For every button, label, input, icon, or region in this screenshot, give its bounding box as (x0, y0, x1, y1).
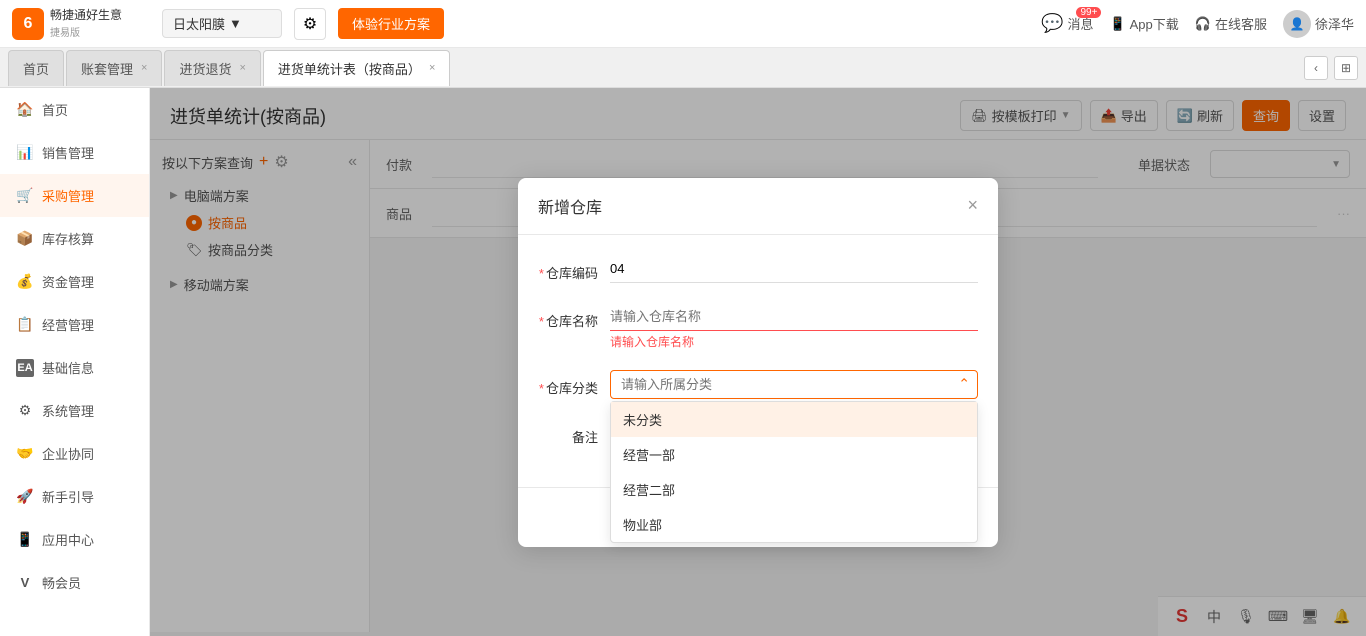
sidebar-item-newbie[interactable]: 🚀 新手引导 (0, 475, 149, 518)
tab-close-return[interactable]: × (239, 62, 245, 74)
app-sub-name: 捷易版 (50, 24, 122, 39)
headset-icon: 🎧 (1195, 16, 1211, 32)
purchase-icon: 🛒 (16, 187, 34, 205)
modal-header: 新增仓库 × (518, 178, 998, 235)
system-icon: ⚙ (16, 402, 34, 420)
warehouse-code-row: 仓库编码 (538, 255, 978, 283)
app-logo: 6 (12, 8, 44, 40)
phone-icon: 📱 (1109, 16, 1125, 32)
basic-info-icon: EA (16, 359, 34, 377)
sidebar-item-finance[interactable]: 💰 资金管理 (0, 260, 149, 303)
content-area: 进货单统计(按商品) 🖨 按模板打印 ▼ 📤 导出 🔄 刷新 查询 设置 (150, 88, 1366, 636)
top-bar: 6 畅捷通好生意 捷易版 日太阳膜 ▼ ⚙ 体验行业方案 💬 消息 99+ 📱 … (0, 0, 1366, 48)
warehouse-name-input[interactable] (610, 303, 978, 331)
modal-new-warehouse: 新增仓库 × 仓库编码 仓库名称 (518, 178, 998, 547)
warehouse-category-input[interactable] (610, 370, 978, 399)
dropdown-item-dept3[interactable]: 物业部 (611, 507, 977, 542)
tab-controls: ‹ ⊞ (1304, 56, 1358, 80)
warehouse-name-field: 请输入仓库名称 (610, 303, 978, 350)
logo-area: 6 畅捷通好生意 捷易版 (12, 8, 162, 40)
top-right: 💬 消息 99+ 📱 App下载 🎧 在线客服 👤 徐泽华 (1041, 10, 1354, 38)
tab-close-stats[interactable]: × (429, 62, 435, 74)
tab-close-account[interactable]: × (141, 62, 147, 74)
warehouse-name-label: 仓库名称 (538, 303, 598, 330)
online-service-link[interactable]: 🎧 在线客服 (1195, 14, 1267, 33)
tab-purchase-stats[interactable]: 进货单统计表（按商品） × (263, 50, 450, 86)
sales-icon: 📊 (16, 144, 34, 162)
warehouse-category-row: 仓库分类 ⌃ 未分类 经营一部 经营二部 物业部 (538, 370, 978, 399)
category-dropdown-arrow-icon: ⌃ (958, 376, 970, 393)
modal-title: 新增仓库 (538, 194, 602, 218)
notes-label: 备注 (538, 419, 598, 446)
app-download-link[interactable]: 📱 App下载 (1109, 14, 1178, 33)
enterprise-icon: 🤝 (16, 445, 34, 463)
app-name: 畅捷通好生意 (50, 8, 122, 24)
store-selector[interactable]: 日太阳膜 ▼ (162, 9, 282, 38)
modal-close-button[interactable]: × (967, 195, 978, 216)
dropdown-item-dept1[interactable]: 经营一部 (611, 437, 977, 472)
sidebar-item-management[interactable]: 📋 经营管理 (0, 303, 149, 346)
tab-account[interactable]: 账套管理 × (66, 50, 162, 86)
main-layout: 🏠 首页 📊 销售管理 🛒 采购管理 📦 库存核算 💰 资金管理 📋 经营管理 … (0, 88, 1366, 636)
newbie-icon: 🚀 (16, 488, 34, 506)
sidebar-item-member[interactable]: V 畅会员 (0, 561, 149, 604)
category-dropdown: 未分类 经营一部 经营二部 物业部 (610, 401, 978, 543)
sidebar-item-purchase[interactable]: 🛒 采购管理 (0, 174, 149, 217)
warehouse-name-row: 仓库名称 请输入仓库名称 (538, 303, 978, 350)
warehouse-name-error: 请输入仓库名称 (610, 333, 978, 350)
avatar: 👤 (1283, 10, 1311, 38)
warehouse-code-input[interactable] (610, 255, 978, 283)
tab-next-btn[interactable]: ⊞ (1334, 56, 1358, 80)
trial-button[interactable]: 体验行业方案 (338, 8, 444, 39)
selector-chevron-icon: ▼ (229, 16, 242, 31)
sidebar-item-apps[interactable]: 📱 应用中心 (0, 518, 149, 561)
modal-body: 仓库编码 仓库名称 请输入仓库名称 (518, 235, 998, 487)
dropdown-item-dept2[interactable]: 经营二部 (611, 472, 977, 507)
warehouse-code-label: 仓库编码 (538, 255, 598, 282)
dropdown-item-uncategorized[interactable]: 未分类 (611, 402, 977, 437)
sidebar-item-home[interactable]: 🏠 首页 (0, 88, 149, 131)
member-icon: V (16, 574, 34, 592)
sidebar-item-basic-info[interactable]: EA 基础信息 (0, 346, 149, 389)
apps-icon: 📱 (16, 531, 34, 549)
modal-overlay: 新增仓库 × 仓库编码 仓库名称 (150, 88, 1366, 636)
tab-home[interactable]: 首页 (8, 50, 64, 86)
top-actions: ⚙ 体验行业方案 (294, 8, 444, 40)
warehouse-category-label: 仓库分类 (538, 370, 598, 397)
warehouse-category-wrapper: ⌃ 未分类 经营一部 经营二部 物业部 (610, 370, 978, 399)
tab-bar: 首页 账套管理 × 进货退货 × 进货单统计表（按商品） × ‹ ⊞ (0, 48, 1366, 88)
notification-badge: 99+ (1076, 7, 1101, 18)
tab-purchase-return[interactable]: 进货退货 × (164, 50, 260, 86)
notification-area[interactable]: 💬 消息 99+ (1041, 13, 1093, 34)
sidebar-item-enterprise[interactable]: 🤝 企业协同 (0, 432, 149, 475)
home-icon: 🏠 (16, 101, 34, 119)
sidebar-item-system[interactable]: ⚙ 系统管理 (0, 389, 149, 432)
settings-icon[interactable]: ⚙ (294, 8, 326, 40)
user-menu[interactable]: 👤 徐泽华 (1283, 10, 1354, 38)
sidebar: 🏠 首页 📊 销售管理 🛒 采购管理 📦 库存核算 💰 资金管理 📋 经营管理 … (0, 88, 150, 636)
tab-prev-btn[interactable]: ‹ (1304, 56, 1328, 80)
warehouse-code-field (610, 255, 978, 283)
sidebar-item-inventory[interactable]: 📦 库存核算 (0, 217, 149, 260)
management-icon: 📋 (16, 316, 34, 334)
inventory-icon: 📦 (16, 230, 34, 248)
finance-icon: 💰 (16, 273, 34, 291)
sidebar-item-sales[interactable]: 📊 销售管理 (0, 131, 149, 174)
